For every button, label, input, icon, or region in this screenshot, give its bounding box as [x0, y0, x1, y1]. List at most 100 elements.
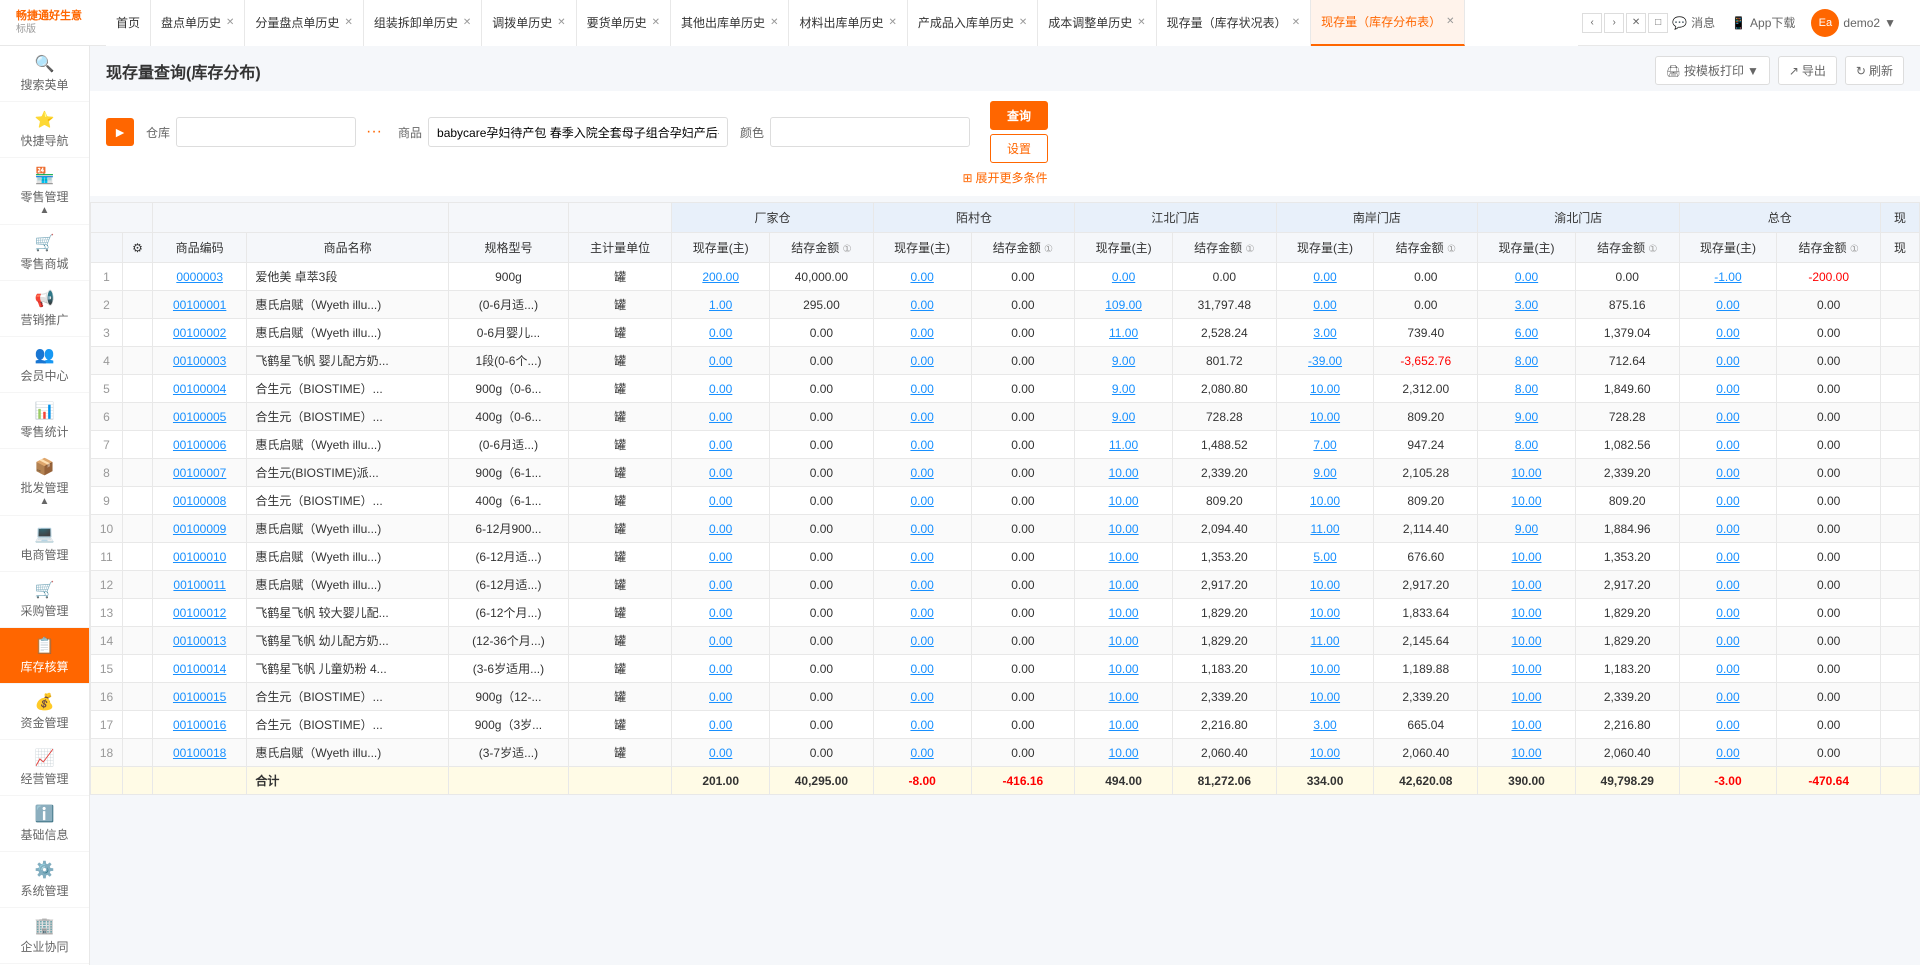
table-cell[interactable]: 0.00: [1679, 347, 1777, 375]
filter-toggle-btn[interactable]: ►: [106, 118, 134, 146]
table-cell[interactable]: 6.00: [1478, 319, 1576, 347]
table-cell[interactable]: 0.00: [672, 739, 770, 767]
table-cell[interactable]: 9.00: [1276, 459, 1374, 487]
table-cell[interactable]: 10.00: [1478, 599, 1576, 627]
table-cell[interactable]: 10.00: [1276, 571, 1374, 599]
table-cell[interactable]: 00100014: [153, 655, 247, 683]
export-btn[interactable]: ↗ 导出: [1778, 56, 1837, 85]
table-cell[interactable]: 0.00: [1679, 683, 1777, 711]
tab-close-icon[interactable]: ✕: [226, 17, 234, 28]
table-cell[interactable]: 0.00: [873, 431, 971, 459]
table-cell[interactable]: 0.00: [1679, 739, 1777, 767]
sidebar-item-member[interactable]: 👥会员中心: [0, 337, 89, 393]
table-cell[interactable]: 3.00: [1276, 711, 1374, 739]
sidebar-item-basics[interactable]: ℹ️基础信息: [0, 796, 89, 852]
table-cell[interactable]: 00100015: [153, 683, 247, 711]
table-cell[interactable]: 0.00: [1679, 459, 1777, 487]
table-cell[interactable]: 0.00: [873, 263, 971, 291]
warehouse-input[interactable]: [176, 117, 356, 147]
table-cell[interactable]: 0.00: [672, 347, 770, 375]
table-cell[interactable]: 0.00: [1276, 291, 1374, 319]
table-cell[interactable]: 8.00: [1478, 375, 1576, 403]
table-cell[interactable]: 0000003: [153, 263, 247, 291]
table-cell[interactable]: 0.00: [1075, 263, 1173, 291]
table-cell[interactable]: 0.00: [672, 403, 770, 431]
table-cell[interactable]: 11.00: [1276, 515, 1374, 543]
table-cell[interactable]: 00100012: [153, 599, 247, 627]
table-cell[interactable]: 0.00: [1679, 487, 1777, 515]
print-btn[interactable]: 🖨 按模板打印 ▼: [1655, 56, 1770, 85]
table-cell[interactable]: 0.00: [1478, 263, 1576, 291]
table-cell[interactable]: 0.00: [672, 571, 770, 599]
table-cell[interactable]: 00100010: [153, 543, 247, 571]
sidebar-item-finance[interactable]: 💰资金管理: [0, 684, 89, 740]
table-cell[interactable]: 10.00: [1075, 711, 1173, 739]
table-cell[interactable]: 0.00: [873, 543, 971, 571]
table-cell[interactable]: 11.00: [1075, 431, 1173, 459]
table-cell[interactable]: 3.00: [1276, 319, 1374, 347]
table-cell[interactable]: 00100016: [153, 711, 247, 739]
table-cell[interactable]: 0.00: [873, 739, 971, 767]
table-cell[interactable]: 0.00: [1679, 319, 1777, 347]
nav-tab-other_outbound[interactable]: 其他出库单历史✕: [671, 0, 789, 46]
table-cell[interactable]: 10.00: [1276, 403, 1374, 431]
table-cell[interactable]: 10.00: [1276, 683, 1374, 711]
table-cell[interactable]: 0.00: [672, 711, 770, 739]
table-cell[interactable]: 10.00: [1478, 711, 1576, 739]
sidebar-item-ecommerce[interactable]: 💻电商管理: [0, 516, 89, 572]
table-cell[interactable]: 8.00: [1478, 431, 1576, 459]
warehouse-more-btn[interactable]: ···: [362, 123, 386, 141]
table-cell[interactable]: 0.00: [1679, 571, 1777, 599]
table-cell[interactable]: 0.00: [672, 459, 770, 487]
table-cell[interactable]: 0.00: [672, 375, 770, 403]
tab-close-icon[interactable]: ✕: [1446, 16, 1454, 27]
table-cell[interactable]: 10.00: [1478, 543, 1576, 571]
table-cell[interactable]: 9.00: [1478, 515, 1576, 543]
table-cell[interactable]: 0.00: [672, 543, 770, 571]
nav-tab-product_inbound[interactable]: 产成品入库单历史✕: [908, 0, 1038, 46]
app-download-btn[interactable]: 📱 App下载: [1731, 14, 1795, 31]
message-btn[interactable]: 💬 消息: [1672, 14, 1715, 31]
expand-more-btn[interactable]: ⊞ 展开更多条件: [106, 169, 1904, 186]
table-cell[interactable]: 0.00: [873, 291, 971, 319]
tab-close-icon[interactable]: ✕: [652, 17, 660, 28]
table-cell[interactable]: 10.00: [1276, 655, 1374, 683]
sidebar-item-inventory[interactable]: 📋库存核算: [0, 628, 89, 684]
tab-close-icon[interactable]: ✕: [463, 17, 471, 28]
table-cell[interactable]: 10.00: [1276, 739, 1374, 767]
table-cell[interactable]: 0.00: [873, 459, 971, 487]
table-cell[interactable]: 10.00: [1075, 627, 1173, 655]
table-cell[interactable]: 00100018: [153, 739, 247, 767]
table-cell[interactable]: 0.00: [672, 487, 770, 515]
table-cell[interactable]: -1.00: [1679, 263, 1777, 291]
tab-close-icon[interactable]: ✕: [1292, 17, 1300, 28]
tab-prev-btn[interactable]: ‹: [1582, 13, 1602, 33]
table-cell[interactable]: 0.00: [672, 431, 770, 459]
nav-tab-home[interactable]: 首页: [106, 0, 151, 46]
table-cell[interactable]: 0.00: [1276, 263, 1374, 291]
table-cell[interactable]: 10.00: [1075, 739, 1173, 767]
table-cell[interactable]: 11.00: [1276, 627, 1374, 655]
table-cell[interactable]: 0.00: [1679, 431, 1777, 459]
sidebar-item-retail_stats[interactable]: 📊零售统计: [0, 393, 89, 449]
table-cell[interactable]: 0.00: [672, 655, 770, 683]
table-cell[interactable]: 7.00: [1276, 431, 1374, 459]
tab-close-all-btn[interactable]: ✕: [1626, 13, 1646, 33]
table-cell[interactable]: 0.00: [672, 319, 770, 347]
table-cell[interactable]: 10.00: [1478, 459, 1576, 487]
table-cell[interactable]: 10.00: [1075, 655, 1173, 683]
table-cell[interactable]: 0.00: [873, 655, 971, 683]
nav-tab-transfer[interactable]: 调拨单历史✕: [482, 0, 576, 46]
table-cell[interactable]: 0.00: [873, 319, 971, 347]
query-btn[interactable]: 查询: [990, 101, 1048, 130]
nav-tab-stocktake_single[interactable]: 盘点单历史✕: [151, 0, 245, 46]
table-cell[interactable]: 200.00: [672, 263, 770, 291]
nav-tab-requisition[interactable]: 要货单历史✕: [577, 0, 671, 46]
table-cell[interactable]: 0.00: [1679, 655, 1777, 683]
table-cell[interactable]: 0.00: [873, 683, 971, 711]
tab-close-icon[interactable]: ✕: [557, 17, 565, 28]
sidebar-item-operations[interactable]: 📈经营管理: [0, 740, 89, 796]
color-input[interactable]: [770, 117, 970, 147]
table-cell[interactable]: 9.00: [1478, 403, 1576, 431]
sidebar-item-system[interactable]: ⚙️系统管理: [0, 852, 89, 908]
